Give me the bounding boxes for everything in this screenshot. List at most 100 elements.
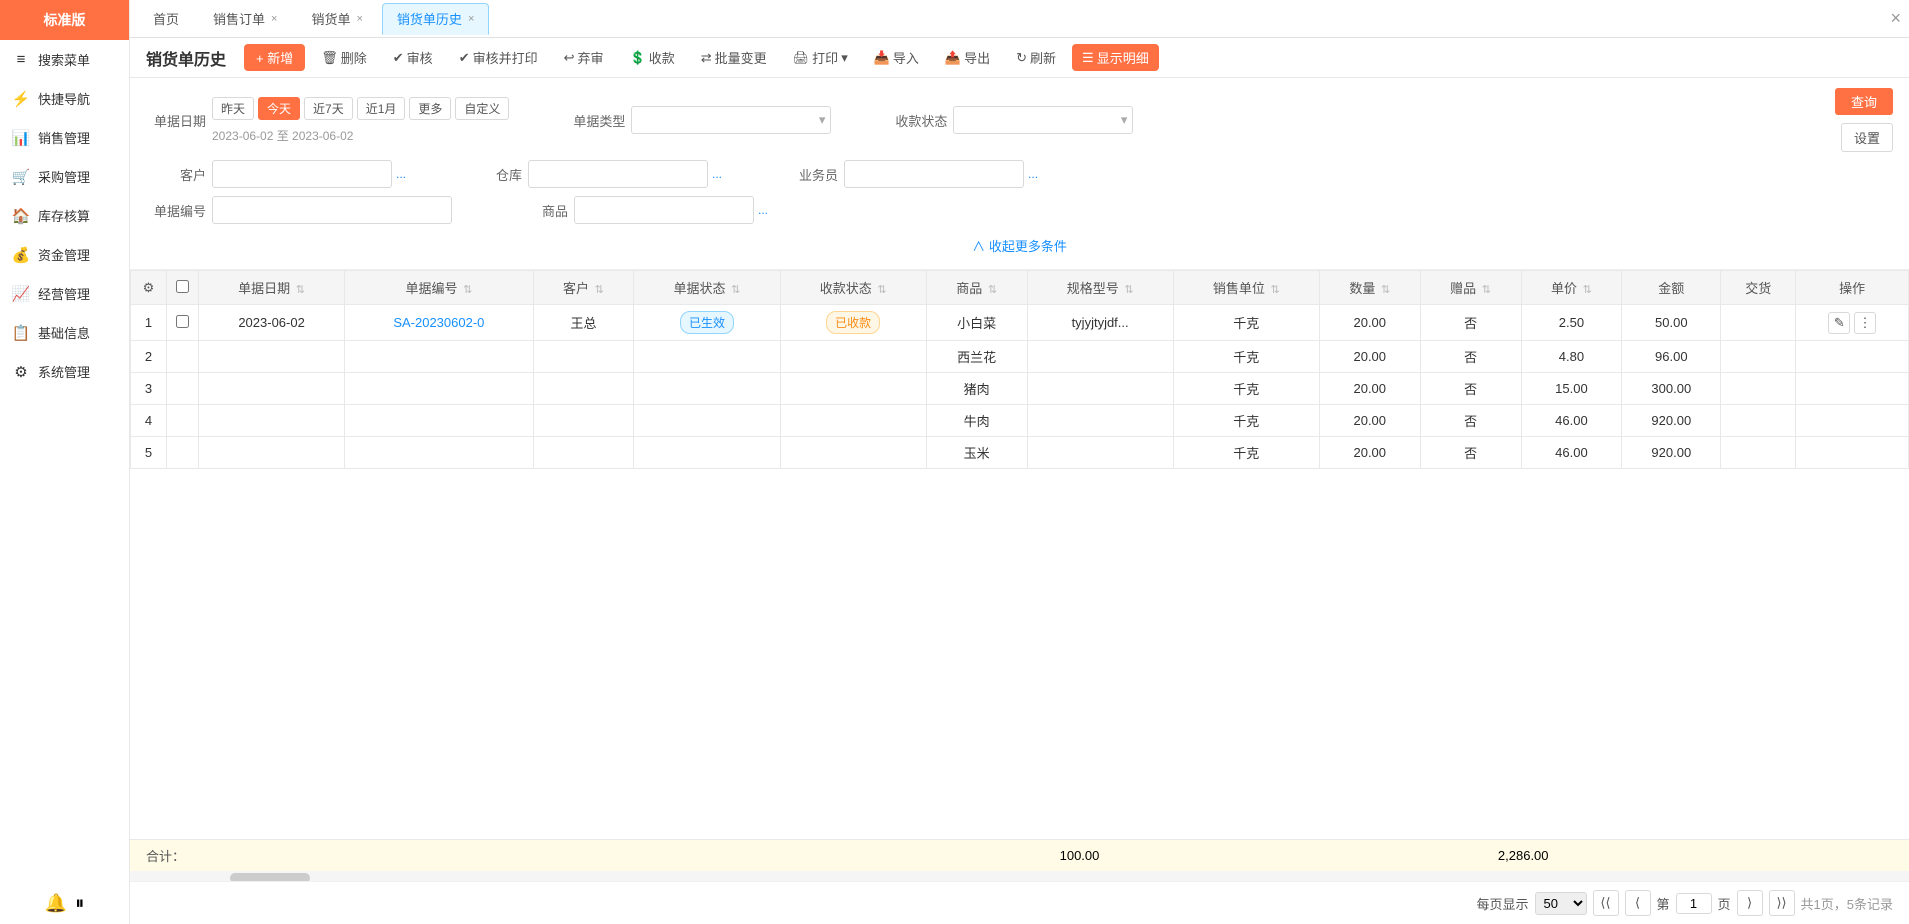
more-action-btn[interactable]: ⋮ (1854, 312, 1876, 334)
audit-button[interactable]: ✔ 审核 (383, 44, 443, 71)
date-btn-1month[interactable]: 近1月 (357, 97, 406, 120)
sidebar-item-basic-info[interactable]: 📋 基础信息 (0, 313, 129, 352)
sidebar-item-label-sys-mgmt: 系统管理 (38, 362, 90, 381)
select-all-checkbox[interactable] (176, 280, 189, 293)
tab-sales-goods[interactable]: 销货单 × (296, 3, 377, 35)
col-amount: 金额 (1622, 271, 1721, 305)
cell-checkbox[interactable] (167, 405, 199, 437)
warehouse-input[interactable] (528, 160, 708, 188)
col-doc-date[interactable]: 单据日期 ⇅ (199, 271, 345, 305)
table-row: 3 猪肉 千克 20.00 否 15.00 300.00 (131, 373, 1909, 405)
warehouse-ellipsis-btn[interactable]: ... (712, 167, 722, 181)
collapse-filter-btn[interactable]: ∧ 收起更多条件 (146, 232, 1893, 259)
tab-home[interactable]: 首页 (138, 3, 194, 35)
abandon-button[interactable]: ↩ 弃审 (554, 44, 614, 71)
tab-sales-history[interactable]: 销货单历史 × (382, 3, 489, 35)
print-button[interactable]: 🖨 打印 ▾ (783, 44, 858, 71)
sidebar-item-finance-mgmt[interactable]: 💰 资金管理 (0, 235, 129, 274)
payment-status-input[interactable] (953, 106, 1133, 134)
sidebar-item-sys-mgmt[interactable]: ⚙ 系统管理 (0, 352, 129, 391)
col-unit-price[interactable]: 单价 ⇅ (1521, 271, 1622, 305)
audit-print-button[interactable]: ✔ 审核并打印 (449, 44, 548, 71)
settings-icon[interactable]: ⚙ (143, 280, 155, 295)
cell-doc-no: SA-20230602-0 (345, 305, 533, 341)
col-qty[interactable]: 数量 ⇅ (1319, 271, 1420, 305)
notification-icon[interactable]: 🔔 (45, 893, 67, 914)
col-gift[interactable]: 赠品 ⇅ (1420, 271, 1521, 305)
import-button[interactable]: 📥 导入 (864, 44, 929, 71)
edit-action-btn[interactable]: ✎ (1828, 312, 1850, 334)
next-page-btn[interactable]: ⟩ (1737, 890, 1763, 916)
doc-no-input[interactable] (212, 196, 452, 224)
col-customer[interactable]: 客户 ⇅ (533, 271, 634, 305)
date-btn-more[interactable]: 更多 (409, 97, 451, 120)
page-number-input[interactable] (1676, 893, 1712, 914)
first-page-btn[interactable]: ⟨⟨ (1593, 890, 1619, 916)
row-checkbox[interactable] (176, 315, 189, 328)
cell-checkbox[interactable] (167, 437, 199, 469)
cell-doc-status (634, 405, 780, 437)
doc-no-link[interactable]: SA-20230602-0 (393, 315, 484, 330)
col-payment-status[interactable]: 收款状态 ⇅ (780, 271, 926, 305)
new-button[interactable]: + 新增 (244, 44, 305, 71)
filter-row-1: 单据日期 昨天 今天 近7天 近1月 更多 自定义 2023-06-02 至 2… (146, 88, 1893, 152)
prev-page-btn[interactable]: ⟨ (1625, 890, 1651, 916)
doc-type-input[interactable] (631, 106, 831, 134)
per-page-select[interactable]: 20 50 100 (1535, 892, 1587, 915)
goods-input[interactable] (574, 196, 754, 224)
last-page-btn[interactable]: ⟩⟩ (1769, 890, 1795, 916)
staff-input[interactable] (844, 160, 1024, 188)
cell-checkbox[interactable] (167, 341, 199, 373)
col-spec-type[interactable]: 规格型号 ⇅ (1027, 271, 1173, 305)
cell-checkbox[interactable] (167, 305, 199, 341)
sidebar-item-quick-nav[interactable]: ⚡ 快捷导航 (0, 79, 129, 118)
tab-sales-history-close[interactable]: × (468, 13, 474, 25)
sidebar-item-inventory-calc[interactable]: 🏠 库存核算 (0, 196, 129, 235)
sidebar-item-ops-mgmt[interactable]: 📈 经营管理 (0, 274, 129, 313)
sidebar-item-sales-mgmt[interactable]: 📊 销售管理 (0, 118, 129, 157)
goods-ellipsis-btn[interactable]: ... (758, 203, 768, 217)
staff-ellipsis-btn[interactable]: ... (1028, 167, 1038, 181)
set-button[interactable]: 设置 (1841, 123, 1893, 152)
close-all-tabs-button[interactable]: × (1890, 8, 1901, 29)
col-doc-no[interactable]: 单据编号 ⇅ (345, 271, 533, 305)
col-settings[interactable]: ⚙ (131, 271, 167, 305)
customer-ellipsis-btn[interactable]: ... (396, 167, 406, 181)
date-btn-custom[interactable]: 自定义 (455, 97, 509, 120)
pause-icon[interactable]: ⏸ (75, 893, 84, 914)
cell-sales-unit: 千克 (1173, 437, 1319, 469)
col-sales-unit[interactable]: 销售单位 ⇅ (1173, 271, 1319, 305)
delete-button[interactable]: 🗑 删除 (311, 44, 377, 71)
audit-print-icon: ✔ (459, 50, 470, 66)
date-btn-7days[interactable]: 近7天 (304, 97, 353, 120)
date-btn-today[interactable]: 今天 (258, 97, 300, 120)
col-doc-status[interactable]: 单据状态 ⇅ (634, 271, 780, 305)
batch-change-button[interactable]: ⇄ 批量变更 (691, 44, 777, 71)
tab-sales-order[interactable]: 销售订单 × (198, 3, 292, 35)
price-sort-icon: ⇅ (1583, 284, 1592, 296)
cell-checkbox[interactable] (167, 373, 199, 405)
cell-doc-date (199, 373, 345, 405)
col-checkbox[interactable] (167, 271, 199, 305)
cell-doc-date: 2023-06-02 (199, 305, 345, 341)
tab-sales-order-close[interactable]: × (271, 13, 277, 25)
batch-change-icon: ⇄ (701, 50, 712, 66)
refresh-button[interactable]: ↻ 刷新 (1006, 44, 1066, 71)
show-detail-button[interactable]: ☰ 显示明细 (1072, 44, 1159, 71)
tab-sales-goods-close[interactable]: × (356, 13, 362, 25)
sidebar-item-search-menu[interactable]: ≡ 搜索菜单 (0, 40, 129, 79)
goods-filter-field: 商品 ... (508, 196, 768, 224)
refresh-icon: ↻ (1016, 50, 1027, 66)
horizontal-scrollbar[interactable] (130, 871, 1909, 881)
col-goods[interactable]: 商品 ⇅ (926, 271, 1027, 305)
cell-action (1796, 341, 1909, 373)
query-button[interactable]: 查询 (1835, 88, 1893, 115)
tab-sales-goods-label: 销货单 (311, 9, 350, 28)
customer-input[interactable] (212, 160, 392, 188)
collect-button[interactable]: 💲 收款 (620, 44, 685, 71)
sidebar-item-purchase-mgmt[interactable]: 🛒 采购管理 (0, 157, 129, 196)
payment-status-filter-field: 收款状态 ▾ (887, 106, 1133, 134)
cell-amount: 920.00 (1622, 437, 1721, 469)
export-button[interactable]: 📤 导出 (935, 44, 1000, 71)
date-btn-yesterday[interactable]: 昨天 (212, 97, 254, 120)
